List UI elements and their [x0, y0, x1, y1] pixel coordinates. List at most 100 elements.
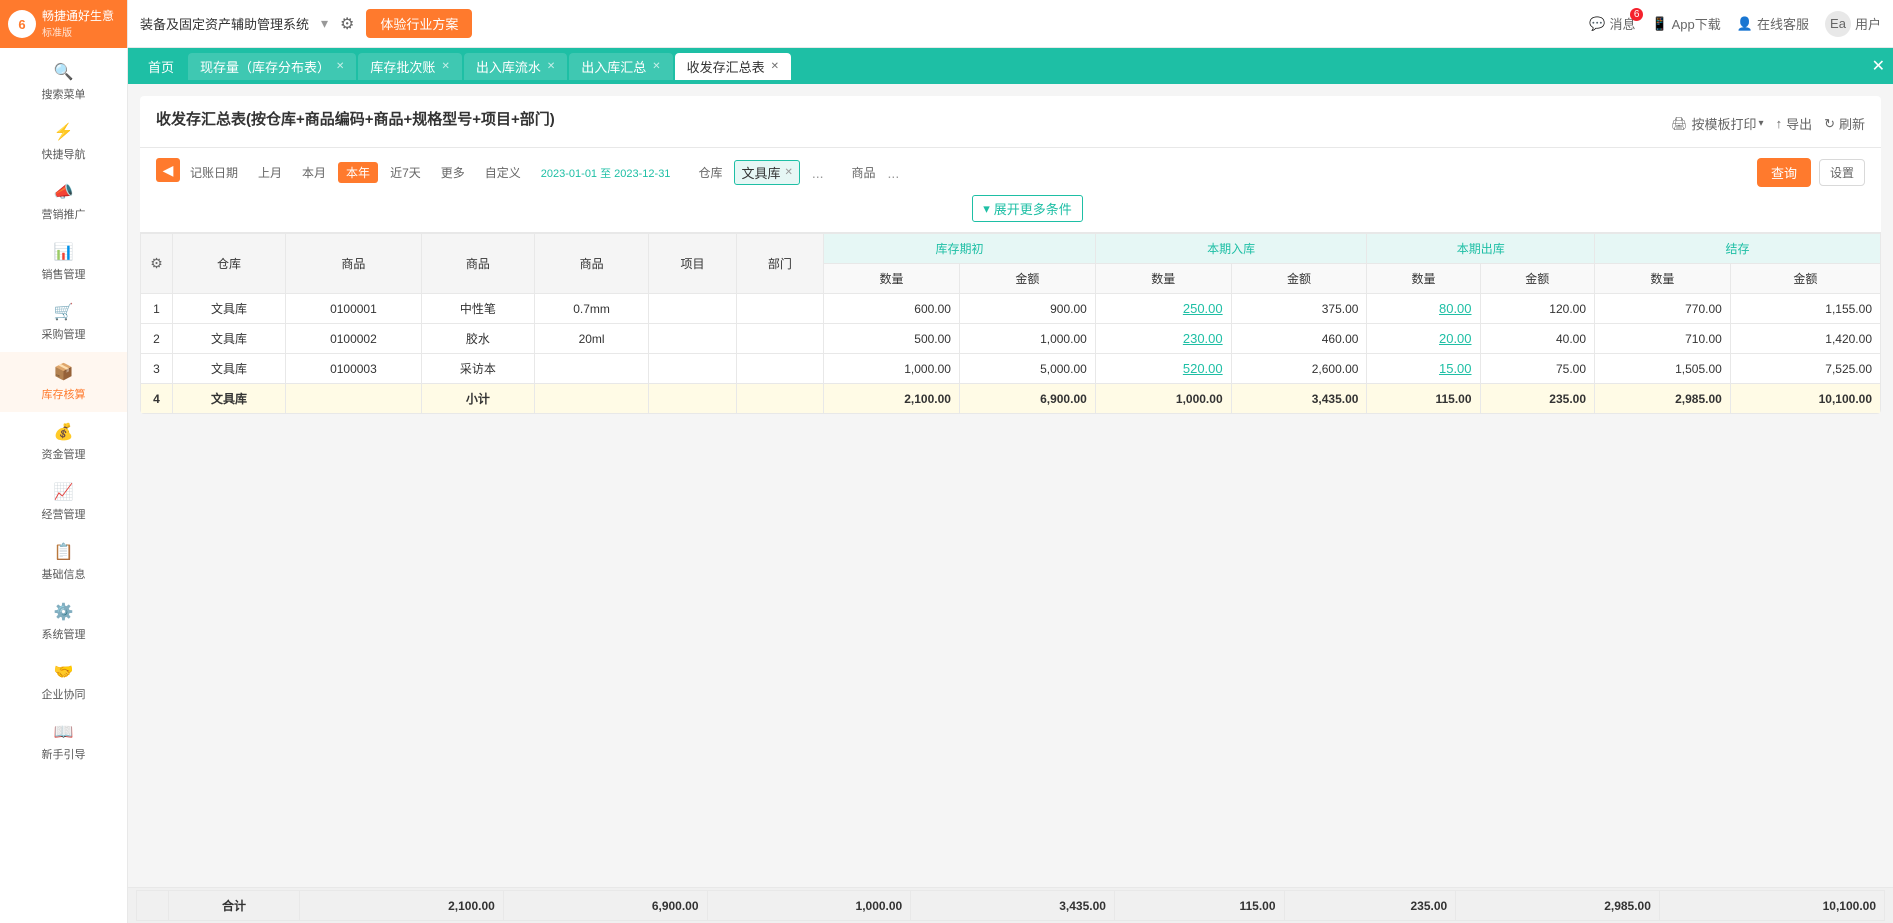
tab-inventory-dist[interactable]: 现存量（库存分布表） ✕ — [188, 53, 356, 80]
tab-label: 出入库汇总 — [581, 57, 646, 76]
row-goods-code: 0100001 — [286, 294, 422, 324]
expand-conditions-btn[interactable]: ▾ 展开更多条件 — [972, 195, 1083, 222]
sidebar-item-marketing[interactable]: 📣 营销推广 — [0, 172, 127, 232]
online-service-item[interactable]: 👤 在线客服 — [1737, 14, 1809, 33]
row-goods-spec — [534, 354, 648, 384]
date-more-btn[interactable]: 更多 — [433, 162, 473, 183]
user-item[interactable]: Ea 用户 — [1825, 11, 1881, 37]
print-btn[interactable]: 🖨 按模板打印 ▾ — [1671, 114, 1764, 133]
sidebar-item-label: 基础信息 — [42, 566, 86, 582]
date-this-month-btn[interactable]: 本月 — [294, 162, 334, 183]
date-custom-btn[interactable]: 自定义 — [477, 162, 529, 183]
sidebar-item-inventory[interactable]: 📦 库存核算 — [0, 352, 127, 412]
refresh-btn[interactable]: ↻ 刷新 — [1824, 114, 1865, 133]
table-row: 4文具库小计2,100.006,900.001,000.003,435.0011… — [141, 384, 1881, 414]
total-out-qty: 115.00 — [1114, 891, 1284, 921]
sidebar-item-basicinfo[interactable]: 📋 基础信息 — [0, 532, 127, 592]
sidebar-item-label: 库存核算 — [42, 386, 86, 402]
out-group-header: 本期出库 — [1367, 234, 1595, 264]
tab-stock-summary[interactable]: 收发存汇总表 ✕ — [675, 53, 791, 80]
tab-label: 现存量（库存分布表） — [200, 57, 330, 76]
row-out-qty[interactable]: 80.00 — [1367, 294, 1480, 324]
query-button[interactable]: 查询 — [1757, 158, 1811, 187]
tab-home[interactable]: 首页 — [136, 53, 186, 80]
tab-close-icon[interactable]: ✕ — [652, 61, 660, 72]
sidebar-item-operation[interactable]: 📈 经营管理 — [0, 472, 127, 532]
tab-bar-close-icon[interactable]: ✕ — [1872, 56, 1885, 76]
tab-close-icon[interactable]: ✕ — [441, 61, 449, 72]
row-out-qty[interactable]: 20.00 — [1367, 324, 1480, 354]
total-out-amt: 235.00 — [1284, 891, 1456, 921]
top-header: 装备及固定资产辅助管理系统 ▾ ⚙ 体验行业方案 💬 消息 6 📱 App下载 … — [128, 0, 1893, 48]
table-gear-icon[interactable]: ⚙ — [150, 255, 163, 271]
row-in-qty-link[interactable]: 250.00 — [1183, 301, 1223, 316]
sidebar-item-guide[interactable]: 📖 新手引导 — [0, 712, 127, 772]
row-no: 2 — [141, 324, 173, 354]
balance-group-header: 结存 — [1595, 234, 1881, 264]
row-goods-code: 0100002 — [286, 324, 422, 354]
goods-ellipsis[interactable]: ... — [888, 165, 900, 181]
data-table-container: ⚙ 仓库 商品 商品 商品 项目 部门 库存期初 本期入库 本期出库 结存 — [140, 233, 1881, 414]
row-in-qty-link[interactable]: 520.00 — [1183, 361, 1223, 376]
row-in-qty[interactable]: 230.00 — [1095, 324, 1231, 354]
row-out-qty[interactable]: 15.00 — [1367, 354, 1480, 384]
row-out-qty-link[interactable]: 80.00 — [1439, 301, 1472, 316]
setting-button[interactable]: 设置 — [1819, 159, 1865, 186]
row-in-qty[interactable]: 520.00 — [1095, 354, 1231, 384]
row-in-qty[interactable]: 250.00 — [1095, 294, 1231, 324]
tab-close-icon[interactable]: ✕ — [547, 61, 555, 72]
total-in-qty: 1,000.00 — [707, 891, 911, 921]
warehouse-tag: 文具库 ✕ — [734, 160, 799, 185]
experience-btn[interactable]: 体验行业方案 — [366, 9, 472, 38]
tab-close-icon[interactable]: ✕ — [336, 61, 344, 72]
sidebar-item-sales[interactable]: 📊 销售管理 — [0, 232, 127, 292]
row-out-qty-link[interactable]: 15.00 — [1439, 361, 1472, 376]
sidebar-item-search[interactable]: 🔍 搜索菜单 — [0, 52, 127, 112]
date-filter-buttons: 上月 本月 本年 近7天 更多 自定义 — [250, 162, 529, 183]
row-balance-amt: 1,155.00 — [1730, 294, 1880, 324]
row-balance-amt: 7,525.00 — [1730, 354, 1880, 384]
export-btn[interactable]: ↑ 导出 — [1776, 114, 1813, 133]
sidebar-item-system[interactable]: ⚙️ 系统管理 — [0, 592, 127, 652]
page-title: 收发存汇总表(按仓库+商品编码+商品+规格型号+项目+部门) — [156, 108, 555, 129]
page-top-actions: 🖨 按模板打印 ▾ ↑ 导出 ↻ 刷新 — [1671, 114, 1865, 133]
refresh-label: 刷新 — [1839, 114, 1865, 133]
export-label: 导出 — [1786, 114, 1812, 133]
row-no: 4 — [141, 384, 173, 414]
page-header: 收发存汇总表(按仓库+商品编码+商品+规格型号+项目+部门) 🖨 按模板打印 ▾… — [140, 96, 1881, 148]
sidebar-item-finance[interactable]: 💰 资金管理 — [0, 412, 127, 472]
sidebar-item-purchase[interactable]: 🛒 采购管理 — [0, 292, 127, 352]
tab-batch[interactable]: 库存批次账 ✕ — [358, 53, 461, 80]
filter-collapse-btn[interactable]: ◀ — [156, 158, 180, 182]
row-opening-qty: 500.00 — [824, 324, 960, 354]
out-qty-header: 数量 — [1367, 264, 1480, 294]
app-download-item[interactable]: 📱 App下载 — [1651, 14, 1720, 33]
sidebar-item-enterprise[interactable]: 🤝 企业协同 — [0, 652, 127, 712]
marketing-icon: 📣 — [54, 182, 74, 202]
tab-bar: 首页 现存量（库存分布表） ✕ 库存批次账 ✕ 出入库流水 ✕ 出入库汇总 ✕ … — [128, 48, 1893, 84]
opening-amt-header: 金额 — [959, 264, 1095, 294]
row-balance-qty: 770.00 — [1595, 294, 1731, 324]
tab-inout-summary[interactable]: 出入库汇总 ✕ — [569, 53, 672, 80]
date-7days-btn[interactable]: 近7天 — [382, 162, 429, 183]
row-out-qty-link[interactable]: 20.00 — [1439, 331, 1472, 346]
row-opening-amt: 6,900.00 — [959, 384, 1095, 414]
message-icon: 💬 — [1589, 16, 1605, 32]
gear-icon[interactable]: ⚙ — [340, 14, 354, 34]
date-this-year-btn[interactable]: 本年 — [338, 162, 378, 183]
message-item[interactable]: 💬 消息 6 — [1589, 14, 1635, 33]
row-out-amt: 120.00 — [1480, 294, 1594, 324]
warehouse-tag-close-icon[interactable]: ✕ — [784, 167, 792, 178]
warehouse-ellipsis[interactable]: ... — [812, 165, 824, 181]
tab-close-icon[interactable]: ✕ — [771, 61, 779, 72]
quicknav-icon: ⚡ — [54, 122, 74, 142]
row-opening-amt: 900.00 — [959, 294, 1095, 324]
row-opening-qty: 600.00 — [824, 294, 960, 324]
tab-label: 收发存汇总表 — [687, 57, 765, 76]
tab-inout-flow[interactable]: 出入库流水 ✕ — [464, 53, 567, 80]
row-in-qty-link[interactable]: 230.00 — [1183, 331, 1223, 346]
header-right: 💬 消息 6 📱 App下载 👤 在线客服 Ea 用户 — [1589, 11, 1881, 37]
sidebar-item-quicknav[interactable]: ⚡ 快捷导航 — [0, 112, 127, 172]
date-last-month-btn[interactable]: 上月 — [250, 162, 290, 183]
in-qty-header: 数量 — [1095, 264, 1231, 294]
